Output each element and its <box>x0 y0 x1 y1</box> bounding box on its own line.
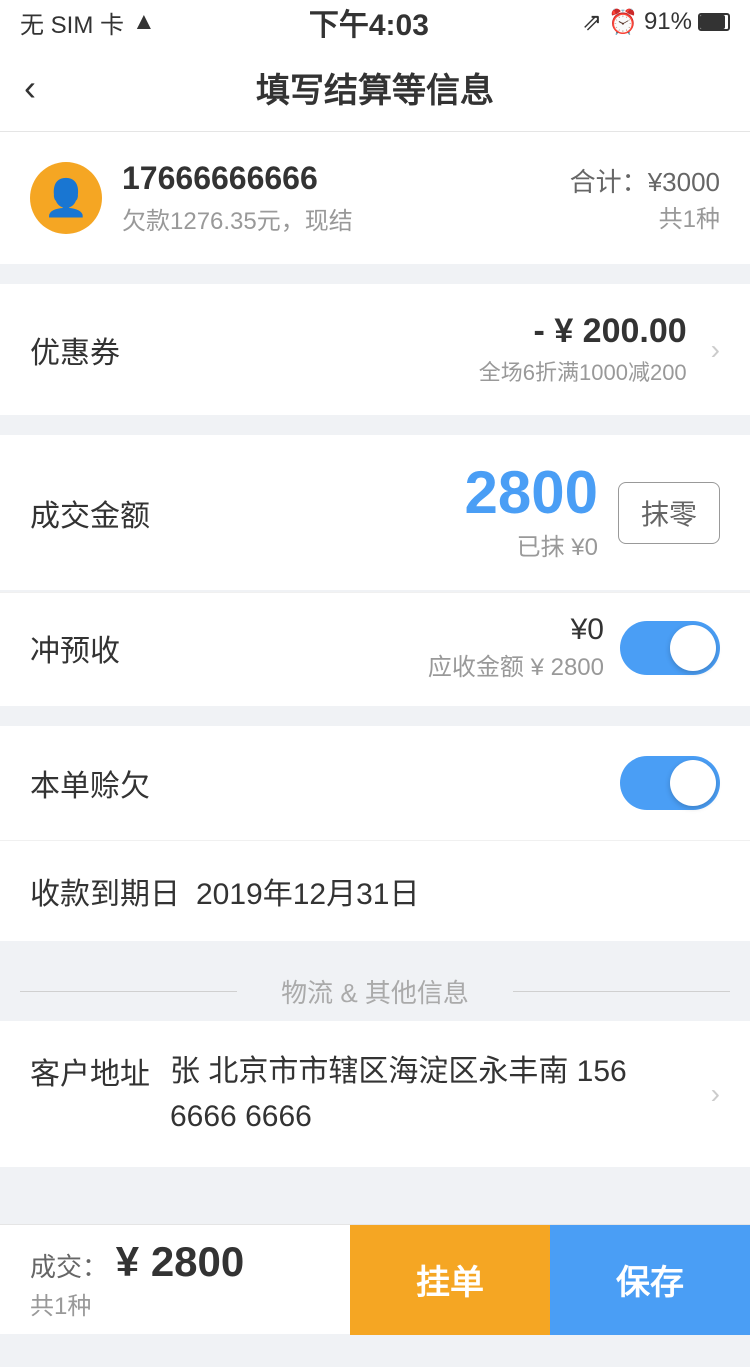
deal-amount-section: 成交金额 2800 已抹 ¥0 抹零 <box>0 435 750 590</box>
prepay-section: 冲预收 ¥0 应收金额 ¥ 2800 <box>0 592 750 706</box>
prepay-amount: ¥0 <box>428 613 604 647</box>
bottom-deal-line: 成交： ¥ 2800 <box>30 1238 320 1286</box>
duedate-row: 收款到期日 2019年12月31日 <box>30 869 720 913</box>
divider-4 <box>0 941 750 961</box>
coupon-right-area: - ¥ 200.00 全场6折满1000减200 › <box>479 312 720 387</box>
bottom-bar: 成交： ¥ 2800 共1种 挂单 保存 <box>0 1224 750 1334</box>
carrier-text: 无 SIM 卡 <box>20 5 124 40</box>
save-button[interactable]: 保存 <box>550 1225 750 1335</box>
nav-bar: ‹ 填写结算等信息 <box>0 44 750 132</box>
deal-amount-row: 成交金额 2800 已抹 ¥0 抹零 <box>30 463 720 562</box>
status-right: ⇗ ⏰ 91% <box>582 8 730 37</box>
duedate-label: 收款到期日 <box>30 869 180 913</box>
prepay-row: 冲预收 ¥0 应收金额 ¥ 2800 <box>30 613 720 682</box>
time-display: 下午4:03 <box>309 0 429 44</box>
deal-erased: 已抹 ¥0 <box>465 527 598 562</box>
coupon-amount: - ¥ 200.00 <box>479 312 687 351</box>
prepay-receivable: 应收金额 ¥ 2800 <box>428 647 604 682</box>
bottom-deal-value: ¥ 2800 <box>116 1238 244 1285</box>
coupon-row[interactable]: 优惠券 - ¥ 200.00 全场6折满1000减200 › <box>0 284 750 415</box>
debt-toggle[interactable] <box>620 756 720 810</box>
address-row[interactable]: 客户地址 张 北京市市辖区海淀区永丰南 156 6666 6666 › <box>30 1049 720 1139</box>
avatar-icon: 👤 <box>44 177 89 219</box>
round-button[interactable]: 抹零 <box>618 482 720 544</box>
prepay-toggle[interactable] <box>620 621 720 675</box>
bottom-deal-label: 成交： <box>30 1252 108 1282</box>
divider-2 <box>0 415 750 435</box>
divider-3 <box>0 706 750 726</box>
debt-section: 本单赊欠 <box>0 726 750 840</box>
total-count: 共1种 <box>570 199 720 234</box>
divider-1 <box>0 264 750 284</box>
duedate-section: 收款到期日 2019年12月31日 <box>0 840 750 941</box>
debt-toggle-thumb <box>670 760 716 806</box>
address-arrow-icon: › <box>711 1078 720 1110</box>
deal-right: 2800 已抹 ¥0 抹零 <box>465 463 721 562</box>
address-section: 客户地址 张 北京市市辖区海淀区永丰南 156 6666 6666 › <box>0 1021 750 1167</box>
coupon-section: 优惠券 - ¥ 200.00 全场6折满1000减200 › <box>0 284 750 415</box>
customer-totals: 合计：¥3000 共1种 <box>570 162 720 234</box>
status-bar: 无 SIM 卡 ▲ 下午4:03 ⇗ ⏰ 91% <box>0 0 750 44</box>
customer-debt: 欠款1276.35元，现结 <box>122 201 353 236</box>
battery-text: 91% <box>644 8 692 36</box>
alarm-icon: ⏰ <box>608 8 638 37</box>
logistics-line-right <box>513 991 730 992</box>
status-left: 无 SIM 卡 ▲ <box>20 5 156 40</box>
duedate-value: 2019年12月31日 <box>196 869 419 913</box>
customer-left: 👤 17666666666 欠款1276.35元，现结 <box>30 160 353 236</box>
coupon-desc: 全场6折满1000减200 <box>479 355 687 387</box>
location-icon: ⇗ <box>582 8 602 37</box>
customer-phone: 17666666666 <box>122 160 353 197</box>
prepay-label: 冲预收 <box>30 626 120 670</box>
address-label: 客户地址 <box>30 1049 150 1093</box>
toggle-thumb <box>670 625 716 671</box>
prepay-values: ¥0 应收金额 ¥ 2800 <box>428 613 604 682</box>
coupon-label: 优惠券 <box>30 328 120 372</box>
customer-card: 👤 17666666666 欠款1276.35元，现结 合计：¥3000 共1种 <box>0 132 750 264</box>
deal-amount-wrap: 2800 已抹 ¥0 <box>465 463 598 562</box>
wifi-icon: ▲ <box>132 8 156 36</box>
total-label: 合计：¥3000 <box>570 162 720 199</box>
logistics-text: 物流 & 其他信息 <box>281 973 469 1010</box>
customer-info: 17666666666 欠款1276.35元，现结 <box>122 160 353 236</box>
coupon-info: - ¥ 200.00 全场6折满1000减200 <box>479 312 687 387</box>
logistics-line-left <box>20 991 237 992</box>
deal-amount-value: 2800 <box>465 463 598 523</box>
address-value: 张 北京市市辖区海淀区永丰南 156 6666 6666 <box>170 1049 691 1139</box>
hang-button[interactable]: 挂单 <box>350 1225 550 1335</box>
avatar: 👤 <box>30 162 102 234</box>
bottom-deal-count: 共1种 <box>30 1286 320 1321</box>
battery-icon <box>698 13 730 31</box>
coupon-arrow-icon: › <box>711 334 720 366</box>
debt-label: 本单赊欠 <box>30 761 150 805</box>
bottom-summary: 成交： ¥ 2800 共1种 <box>0 1238 350 1321</box>
prepay-right: ¥0 应收金额 ¥ 2800 <box>428 613 720 682</box>
page-title: 填写结算等信息 <box>256 63 494 112</box>
back-button[interactable]: ‹ <box>24 67 36 109</box>
logistics-divider: 物流 & 其他信息 <box>0 961 750 1021</box>
debt-row: 本单赊欠 <box>30 756 720 810</box>
deal-amount-label: 成交金额 <box>30 491 150 535</box>
